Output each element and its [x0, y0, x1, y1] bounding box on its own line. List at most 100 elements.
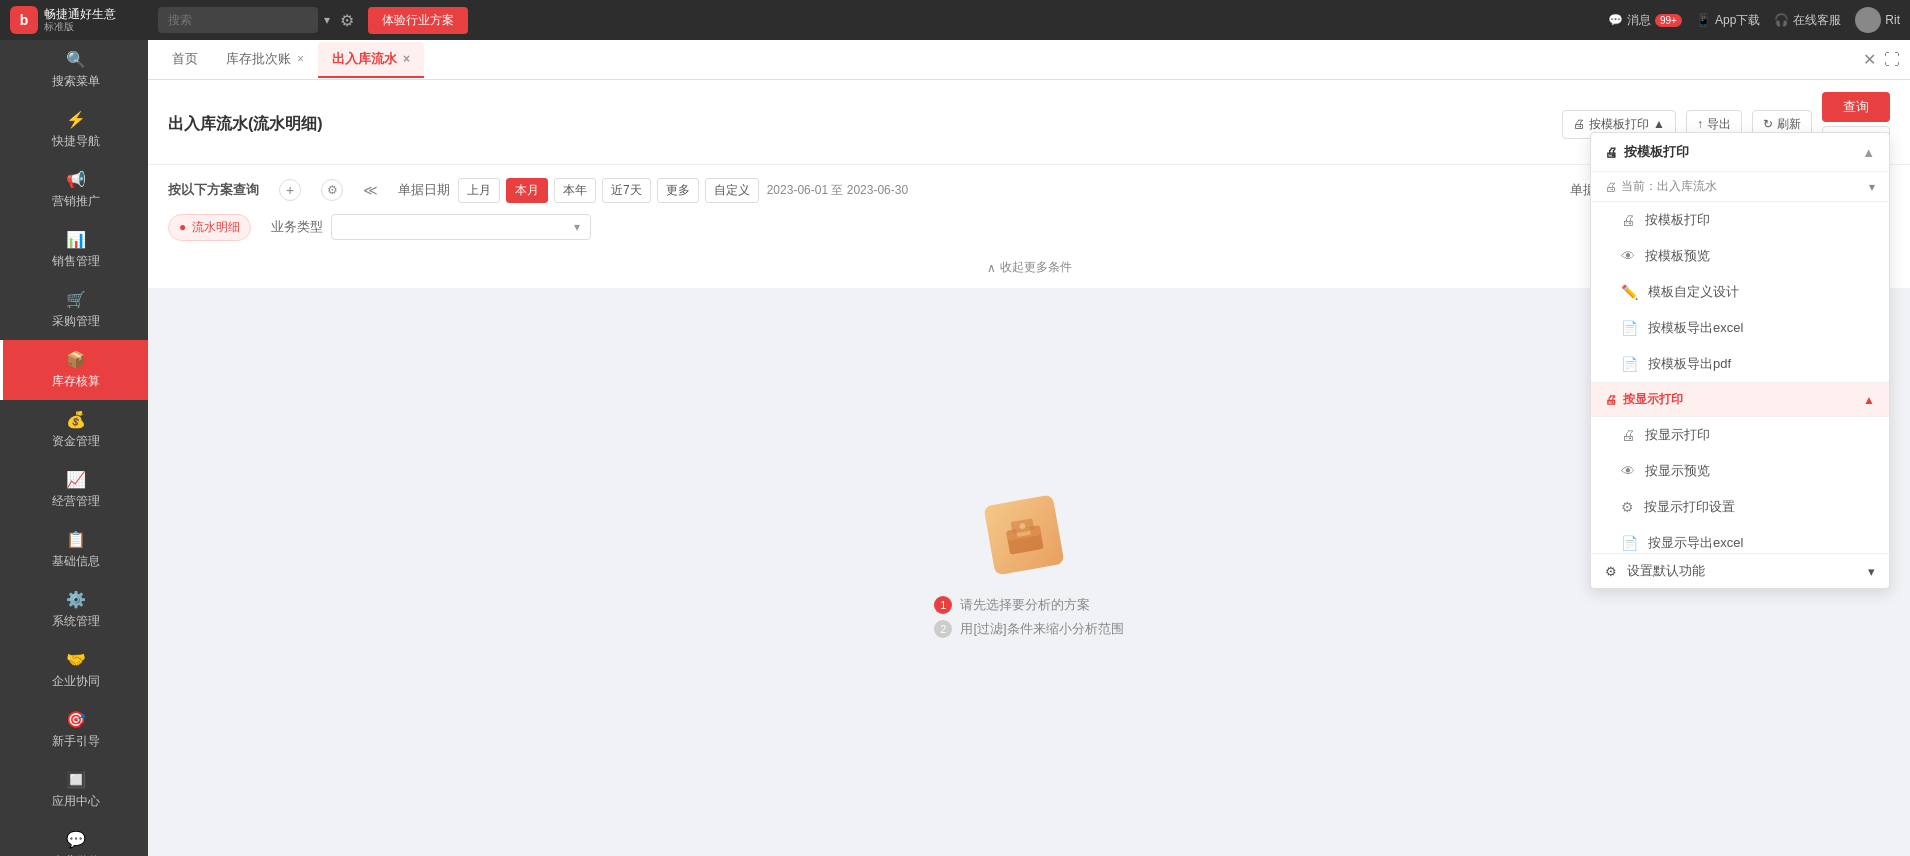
date-btn-custom[interactable]: 自定义 [705, 178, 759, 203]
template-export-pdf-label: 按模板导出pdf [1648, 355, 1731, 373]
sidebar-item-marketing[interactable]: 📢 营销推广 [0, 160, 148, 220]
purchase-icon: 🛒 [66, 290, 86, 309]
sidebar-item-inventory[interactable]: 📦 库存核算 [0, 340, 148, 400]
empty-step-1: 1 请先选择要分析的方案 [934, 596, 1123, 614]
logo-text: 畅捷通好生意 标准版 [44, 7, 116, 33]
sidebar-label-sales: 销售管理 [52, 253, 100, 270]
sidebar-item-collab[interactable]: 🤝 企业协同 [0, 640, 148, 700]
logo-icon: b [10, 6, 38, 34]
panel-print-icon: 🖨 [1605, 145, 1618, 160]
app-download-label: App下载 [1715, 12, 1760, 29]
date-btn-this-month[interactable]: 本月 [506, 178, 548, 203]
filter-tag-detail[interactable]: ● 流水明细 [168, 214, 251, 241]
tab-batch[interactable]: 库存批次账 × [212, 42, 318, 78]
edition-label: 标准版 [44, 21, 116, 33]
display-print-collapse-arrow[interactable]: ▲ [1863, 393, 1875, 407]
message-button[interactable]: 💬 消息 99+ [1608, 12, 1682, 29]
current-template-text: 当前：出入库流水 [1621, 178, 1717, 195]
tab-home[interactable]: 首页 [158, 42, 212, 78]
sidebar-item-purchase[interactable]: 🛒 采购管理 [0, 280, 148, 340]
online-service-label: 在线客服 [1793, 12, 1841, 29]
panel-title-label: 按模板打印 [1624, 143, 1689, 161]
sidebar-label-quicknav: 快捷导航 [52, 133, 100, 150]
display-print-header-icon: 🖨 [1605, 393, 1617, 407]
content-area: 首页 库存批次账 × 出入库流水 × ✕ ⛶ 出入库流水(流水明细) 🖨 按模板… [148, 40, 1910, 856]
sidebar-item-finance[interactable]: 💰 资金管理 [0, 400, 148, 460]
sidebar-item-basic[interactable]: 📋 基础信息 [0, 520, 148, 580]
sidebar-label-purchase: 采购管理 [52, 313, 100, 330]
template-preview-item[interactable]: 👁 按模板预览 [1591, 238, 1889, 274]
sidebar-item-quicknav[interactable]: ⚡ 快捷导航 [0, 100, 148, 160]
print-template-label: 按模板打印 [1589, 116, 1649, 133]
tab-home-label: 首页 [172, 50, 198, 68]
tab-close-all-icon[interactable]: ✕ [1863, 50, 1876, 69]
panel-collapse-arrow[interactable]: ▲ [1862, 145, 1875, 160]
filter-setting-button[interactable]: ⚙ [321, 179, 343, 201]
avatar [1855, 7, 1881, 33]
sidebar-item-search[interactable]: 🔍 搜索菜单 [0, 40, 148, 100]
date-btn-this-year[interactable]: 本年 [554, 178, 596, 203]
tab-flow[interactable]: 出入库流水 × [318, 42, 424, 78]
app-download-button[interactable]: 📱 App下载 [1696, 12, 1760, 29]
message-label: 消息 [1627, 12, 1651, 29]
sidebar-label-collab: 企业协同 [52, 673, 100, 690]
date-filter-group: 单据日期 上月 本月 本年 近7天 更多 自定义 2023-06-01 至 20… [398, 178, 1550, 203]
tab-expand-icon[interactable]: ⛶ [1884, 51, 1900, 69]
date-btn-last-month[interactable]: 上月 [458, 178, 500, 203]
display-export-excel-item[interactable]: 📄 按显示导出excel [1591, 525, 1889, 553]
sidebar-item-system[interactable]: ⚙️ 系统管理 [0, 580, 148, 640]
sidebar-label-finance: 资金管理 [52, 433, 100, 450]
sidebar-item-sales[interactable]: 📊 销售管理 [0, 220, 148, 280]
search-dropdown-icon[interactable]: ▾ [324, 13, 330, 27]
collapse-button[interactable]: ∧ 收起更多条件 [987, 259, 1072, 276]
user-avatar-area[interactable]: Rit [1855, 7, 1900, 33]
message-icon: 💬 [1608, 13, 1623, 27]
online-service-button[interactable]: 🎧 在线客服 [1774, 12, 1841, 29]
set-default-arrow: ▾ [1868, 564, 1875, 579]
collapse-arrow-up: ∧ [987, 261, 996, 275]
username-label: Rit [1885, 13, 1900, 27]
display-print-settings-item[interactable]: ⚙ 按显示打印设置 [1591, 489, 1889, 525]
empty-steps-list: 1 请先选择要分析的方案 2 用[过滤]条件来缩小分析范围 [934, 596, 1123, 644]
print-dropdown-arrow: ▲ [1653, 117, 1665, 131]
sidebar-label-system: 系统管理 [52, 613, 100, 630]
wechat-icon: 💬 [66, 830, 86, 849]
top-bar: b 畅捷通好生意 标准版 ▾ ⚙ 体验行业方案 💬 消息 99+ 📱 App下载… [0, 0, 1910, 40]
date-btn-7days[interactable]: 近7天 [602, 178, 651, 203]
filter-collapse-button[interactable]: ≪ [363, 182, 378, 198]
top-search-input[interactable] [158, 7, 318, 33]
trial-button[interactable]: 体验行业方案 [368, 7, 468, 34]
template-print-item[interactable]: 🖨 按模板打印 [1591, 202, 1889, 238]
step-2-text: 用[过滤]条件来缩小分析范围 [960, 620, 1123, 638]
system-icon: ⚙️ [66, 590, 86, 609]
template-export-excel-item[interactable]: 📄 按模板导出excel [1591, 310, 1889, 346]
display-print-item[interactable]: 🖨 按显示打印 [1591, 417, 1889, 453]
set-default-footer[interactable]: ⚙ 设置默认功能 ▾ [1591, 553, 1889, 588]
empty-icon-wrapper [989, 500, 1069, 580]
refresh-icon: ↻ [1763, 117, 1773, 131]
sidebar-label-basic: 基础信息 [52, 553, 100, 570]
top-right-actions: 💬 消息 99+ 📱 App下载 🎧 在线客服 Rit [1608, 7, 1900, 33]
filter-add-button[interactable]: + [279, 179, 301, 201]
display-export-excel-label: 按显示导出excel [1648, 534, 1743, 552]
sidebar-item-wechat[interactable]: 💬 企业微信 [0, 820, 148, 856]
sidebar-item-guide[interactable]: 🎯 新手引导 [0, 700, 148, 760]
display-excel-icon: 📄 [1621, 535, 1638, 551]
tab-bar-right: ✕ ⛶ [1863, 50, 1900, 69]
template-export-pdf-item[interactable]: 📄 按模板导出pdf [1591, 346, 1889, 382]
display-preview-item[interactable]: 👁 按显示预览 [1591, 453, 1889, 489]
empty-state: 1 请先选择要分析的方案 2 用[过滤]条件来缩小分析范围 [934, 500, 1123, 644]
biz-type-dropdown[interactable]: ▾ [331, 214, 591, 240]
template-customize-item[interactable]: ✏️ 模板自定义设计 [1591, 274, 1889, 310]
tab-batch-close[interactable]: × [297, 52, 304, 66]
page-actions: 🖨 按模板打印 ▲ ↑ 导出 ↻ 刷新 查询 设置 [1562, 92, 1890, 156]
settings-icon[interactable]: ⚙ [340, 11, 354, 30]
sidebar-item-operation[interactable]: 📈 经营管理 [0, 460, 148, 520]
sidebar-label-marketing: 营销推广 [52, 193, 100, 210]
display-preview-icon: 👁 [1621, 463, 1635, 479]
sidebar-item-apps[interactable]: 🔲 应用中心 [0, 760, 148, 820]
print-icon: 🖨 [1573, 117, 1585, 131]
query-button[interactable]: 查询 [1822, 92, 1890, 122]
tab-flow-close[interactable]: × [403, 52, 410, 66]
date-btn-more[interactable]: 更多 [657, 178, 699, 203]
